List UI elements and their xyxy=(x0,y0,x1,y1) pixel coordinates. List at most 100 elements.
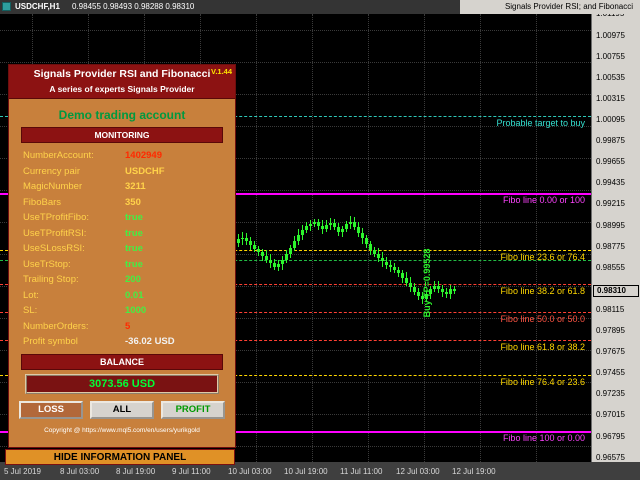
field-label: Profit symbol xyxy=(23,336,78,348)
time-axis-label: 11 Jul 11:00 xyxy=(340,467,383,476)
price-level-label: Fibo line 50.0 or 50.0 xyxy=(500,314,585,325)
candle-body xyxy=(289,248,292,254)
time-axis-label: 10 Jul 03:00 xyxy=(228,467,272,476)
price-scale-label: 0.98775 xyxy=(596,241,625,251)
price-scale-label: 0.97235 xyxy=(596,389,625,399)
price-level-label: Probable target to buy xyxy=(496,117,585,128)
field-value: USDCHF xyxy=(125,165,165,177)
price-scale-label: 0.98995 xyxy=(596,220,625,230)
candle-body xyxy=(445,292,448,295)
candle-body xyxy=(257,249,260,252)
account-type-label: Demo trading account xyxy=(58,108,186,122)
panel-field-row: NumberAccount: 1402949 xyxy=(23,148,235,164)
mt4-window: USDCHF,H1 0.98455 0.98493 0.98288 0.9831… xyxy=(0,0,640,480)
candle-body xyxy=(353,222,356,227)
candle-body xyxy=(453,289,456,292)
candle-body xyxy=(413,287,416,293)
candle-body xyxy=(441,289,444,293)
grid-line-v xyxy=(536,14,537,462)
hide-information-panel-button[interactable]: HIDE INFORMATION PANEL xyxy=(5,449,235,465)
price-level-label: Fibo line 76.4 or 23.6 xyxy=(500,376,585,387)
balance-label: BALANCE xyxy=(21,353,223,370)
price-scale-label: 0.97015 xyxy=(596,410,625,420)
panel-field-row: Currency pair USDCHF xyxy=(23,164,235,180)
monitoring-label: MONITORING xyxy=(21,127,223,143)
buy-tp-label: Buy TP=0.99528 xyxy=(422,248,432,318)
panel-fields: NumberAccount: 1402949 Currency pair USDCHF… xyxy=(23,148,235,350)
candle-body xyxy=(349,222,352,225)
field-label: FiboBars xyxy=(23,196,62,208)
candle-body xyxy=(449,289,452,295)
indicator-name-label: Signals Provider RSI; and Fibonacci xyxy=(460,0,640,14)
field-label: NumberOrders: xyxy=(23,320,89,332)
candle-body xyxy=(237,239,240,244)
panel-subtitle: A series of experts Signals Provider xyxy=(49,84,195,94)
candle-body xyxy=(253,245,256,250)
copyright-text: Copyright @ https://www.mql5.com/en/user… xyxy=(44,426,200,434)
candle-body xyxy=(329,223,332,226)
grid-line-v xyxy=(480,14,481,462)
field-value: 200 xyxy=(125,274,141,286)
field-value: true xyxy=(125,243,143,255)
price-scale[interactable]: 1.01195 1.00975 1.00755 1.00535 1.00315 1.000… xyxy=(591,14,640,462)
time-axis-label: 8 Jul 19:00 xyxy=(116,467,156,476)
field-value: -36.02 USD xyxy=(125,336,175,348)
field-label: MagicNumber xyxy=(23,181,83,193)
candle-body xyxy=(281,259,284,265)
price-scale-label: 0.99435 xyxy=(596,178,625,188)
field-value: true xyxy=(125,227,143,239)
candle-body xyxy=(325,225,328,229)
candle-body xyxy=(377,253,380,258)
field-value: 1000 xyxy=(125,305,147,317)
panel-field-row: Lot: 0.01 xyxy=(23,288,235,304)
candle-body xyxy=(309,224,312,226)
candle-body xyxy=(273,263,276,268)
price-level-label: Fibo line 23.6 or 76.4 xyxy=(500,251,585,262)
profit-button[interactable]: PROFIT xyxy=(161,400,225,419)
chart-surface[interactable]: Buy TP=0.99528 Signals Provider RSI and … xyxy=(0,14,591,462)
field-label: NumberAccount: xyxy=(23,150,94,162)
price-scale-label: 0.97455 xyxy=(596,368,625,378)
candle-body xyxy=(417,292,420,297)
field-label: Lot: xyxy=(23,289,39,301)
price-scale-label: 1.00975 xyxy=(596,30,625,40)
candle-body xyxy=(409,282,412,288)
panel-button-row: LOSS ALL PROFIT xyxy=(19,400,225,419)
candle-body xyxy=(385,261,388,266)
price-scale-label: 0.99655 xyxy=(596,157,625,167)
current-price-marker: 0.98310 xyxy=(593,285,639,298)
panel-header: Signals Provider RSI and Fibonacci V.1.4… xyxy=(9,65,235,99)
candle-body xyxy=(297,234,300,242)
candle-body xyxy=(293,241,296,249)
time-axis-label: 8 Jul 03:00 xyxy=(60,467,100,476)
candle-body xyxy=(317,222,320,226)
time-axis-label: 12 Jul 03:00 xyxy=(396,467,440,476)
candle-body xyxy=(357,226,360,233)
price-scale-label: 0.97895 xyxy=(596,326,625,336)
candle-body xyxy=(269,259,272,264)
price-level-label: Fibo line 61.8 or 38.2 xyxy=(500,342,585,353)
chart-title-bar: USDCHF,H1 0.98455 0.98493 0.98288 0.9831… xyxy=(0,0,640,14)
field-label: SL: xyxy=(23,305,38,317)
info-panel: Signals Provider RSI and Fibonacci V.1.4… xyxy=(8,64,236,448)
panel-field-row: UseSLossRSI: true xyxy=(23,241,235,257)
price-scale-label: 1.00315 xyxy=(596,93,625,103)
candle-body xyxy=(333,223,336,227)
candle-body xyxy=(249,241,252,246)
all-button[interactable]: ALL xyxy=(90,400,154,419)
symbol-period-label: USDCHF,H1 xyxy=(15,2,60,11)
price-scale-label: 0.99875 xyxy=(596,136,625,146)
candle-body xyxy=(245,237,248,242)
price-scale-label: 0.98555 xyxy=(596,262,625,272)
field-label: Trailing Stop: xyxy=(23,274,79,286)
loss-button[interactable]: LOSS xyxy=(19,400,83,419)
panel-title: Signals Provider RSI and Fibonacci xyxy=(33,68,211,80)
field-label: UseTProfitFibo: xyxy=(23,212,89,224)
candle-body xyxy=(285,253,288,260)
grid-line-v xyxy=(256,14,257,462)
candle-body xyxy=(389,265,392,268)
field-value: true xyxy=(125,212,143,224)
price-scale-label: 0.96575 xyxy=(596,452,625,462)
panel-field-row: Trailing Stop: 200 xyxy=(23,272,235,288)
field-value: 0.01 xyxy=(125,289,144,301)
